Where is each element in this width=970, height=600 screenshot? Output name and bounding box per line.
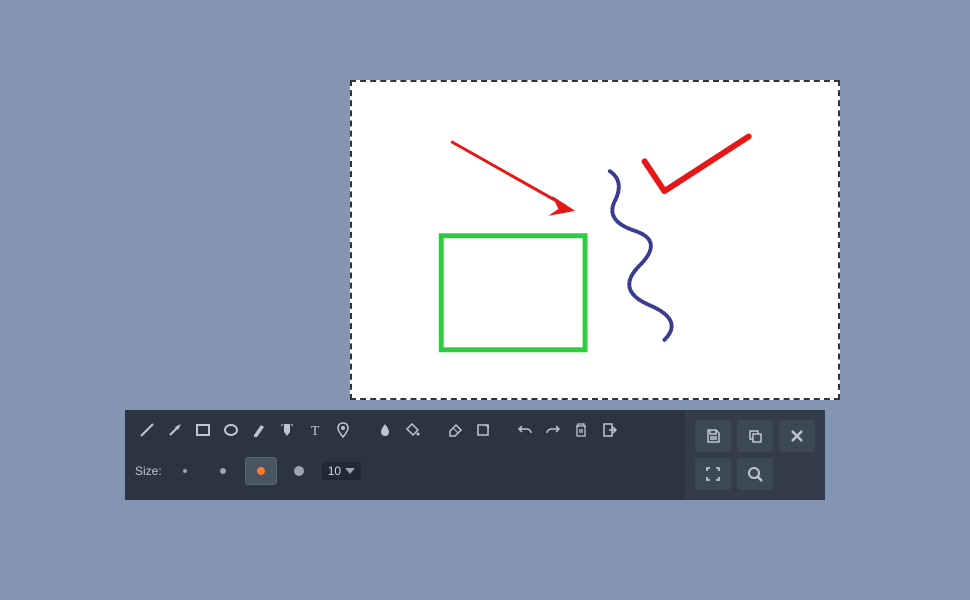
eraser-tool[interactable]: [443, 418, 467, 442]
pin-tool[interactable]: [331, 418, 355, 442]
exit-icon: [601, 422, 617, 438]
size-xlarge-dot: [294, 466, 304, 476]
redo-icon: [545, 422, 561, 438]
action-panel: [685, 410, 825, 500]
eraser-icon: [447, 422, 463, 438]
chevron-down-icon: [345, 468, 355, 474]
text-tool[interactable]: T: [303, 418, 327, 442]
line-icon: [139, 422, 155, 438]
line-tool[interactable]: [135, 418, 159, 442]
exit-button[interactable]: [597, 418, 621, 442]
arrow-tool[interactable]: [163, 418, 187, 442]
undo-icon: [517, 422, 533, 438]
blur-tool[interactable]: [373, 418, 397, 442]
ellipse-tool[interactable]: [219, 418, 243, 442]
arrow-icon: [167, 422, 183, 438]
zoom-button[interactable]: [737, 458, 773, 490]
svg-text:T: T: [311, 424, 320, 438]
marker-icon: [279, 422, 295, 438]
fill-tool[interactable]: [401, 418, 425, 442]
text-icon: T: [307, 422, 323, 438]
undo-button[interactable]: [513, 418, 537, 442]
trash-icon: [573, 422, 589, 438]
size-large-button[interactable]: [246, 458, 276, 484]
size-label: Size:: [135, 464, 162, 478]
size-small-button[interactable]: [170, 458, 200, 484]
marker-tool[interactable]: [275, 418, 299, 442]
toolbar-main: T: [125, 410, 685, 500]
size-small-dot: [183, 469, 187, 473]
rectangle-tool[interactable]: [191, 418, 215, 442]
redo-button[interactable]: [541, 418, 565, 442]
delete-button[interactable]: [569, 418, 593, 442]
rectangle-icon: [195, 422, 211, 438]
size-xlarge-button[interactable]: [284, 458, 314, 484]
size-value-selector[interactable]: 10: [322, 462, 361, 480]
toolbar: T: [125, 410, 825, 500]
tool-row: T: [135, 416, 675, 444]
zoom-icon: [747, 466, 763, 482]
fullscreen-button[interactable]: [695, 458, 731, 490]
drawn-checkmark: [645, 137, 749, 192]
canvas-drawings: [352, 82, 838, 399]
size-large-dot: [257, 467, 265, 475]
copy-button[interactable]: [737, 420, 773, 452]
fill-icon: [405, 422, 421, 438]
close-button[interactable]: [779, 420, 815, 452]
blur-icon: [377, 422, 393, 438]
canvas-selection[interactable]: [350, 80, 840, 400]
pen-tool[interactable]: [247, 418, 271, 442]
drawn-arrow-line: [451, 142, 565, 206]
fullscreen-icon: [706, 467, 720, 481]
copy-icon: [747, 428, 763, 444]
ellipse-icon: [223, 422, 239, 438]
pen-icon: [251, 422, 267, 438]
save-button[interactable]: [695, 420, 731, 452]
size-row: Size: 10: [135, 458, 675, 484]
crop-tool[interactable]: [471, 418, 495, 442]
size-medium-button[interactable]: [208, 458, 238, 484]
size-medium-dot: [220, 468, 226, 474]
close-icon: [790, 429, 804, 443]
crop-icon: [475, 422, 491, 438]
drawn-squiggle: [610, 171, 672, 340]
drawn-rectangle: [441, 236, 585, 350]
size-value: 10: [328, 464, 341, 478]
save-icon: [705, 428, 721, 444]
pin-icon: [335, 422, 351, 438]
